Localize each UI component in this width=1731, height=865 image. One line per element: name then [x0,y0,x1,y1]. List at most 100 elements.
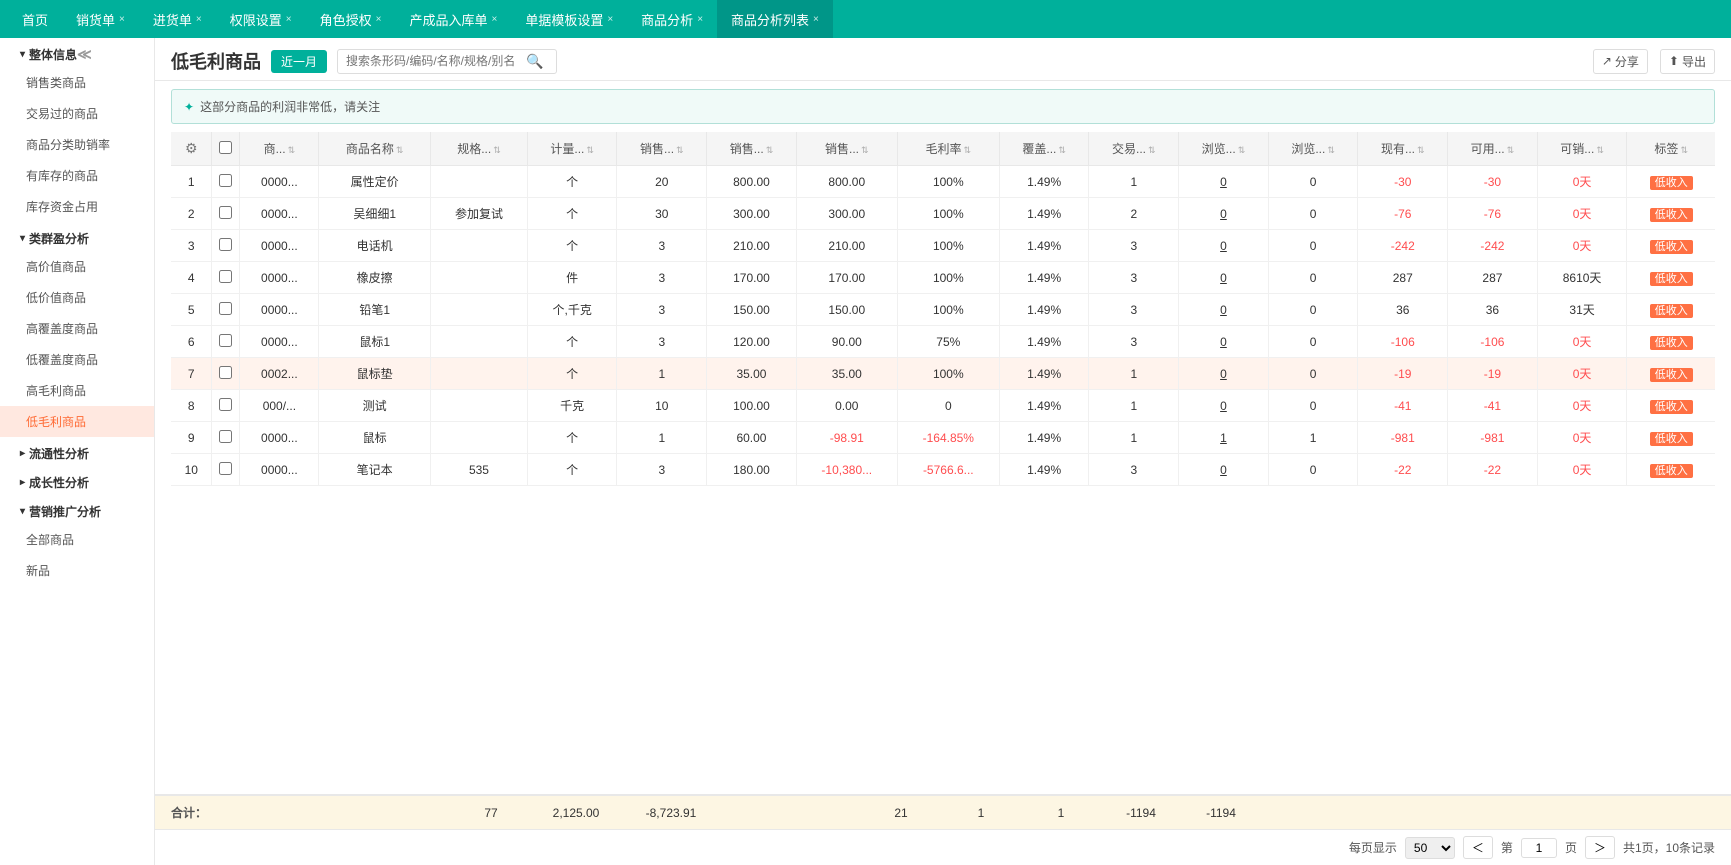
collapse-btn[interactable]: ≪ [77,46,92,63]
col-gear[interactable]: ⚙ [171,132,212,166]
sidebar-item-low-margin[interactable]: 低毛利商品 [0,406,154,437]
view1-link[interactable]: 0 [1220,271,1227,285]
nav-close-template[interactable]: × [607,14,613,25]
row-view1[interactable]: 0 [1179,454,1269,486]
row-view1[interactable]: 0 [1179,198,1269,230]
view1-link[interactable]: 1 [1220,431,1227,445]
nav-close-product-entry[interactable]: × [491,14,497,25]
row-checkbox[interactable] [219,174,232,187]
page-size-select[interactable]: 50 100 200 [1405,837,1455,859]
col-sales-qty[interactable]: 销售...⇅ [617,132,707,166]
row-view1[interactable]: 0 [1179,262,1269,294]
search-icon[interactable]: 🔍 [526,53,543,70]
nav-close-role-auth[interactable]: × [376,14,382,25]
row-checkbox[interactable] [219,366,232,379]
col-usable-stock[interactable]: 可用...⇅ [1448,132,1538,166]
prev-page-button[interactable]: ＜ [1463,836,1493,859]
nav-close-product-analysis-list[interactable]: × [813,14,819,25]
col-transaction[interactable]: 交易...⇅ [1089,132,1179,166]
nav-close-permission[interactable]: × [286,14,292,25]
view1-link[interactable]: 0 [1220,463,1227,477]
share-button[interactable]: ↗ 分享 [1593,49,1648,74]
row-view1[interactable]: 0 [1179,294,1269,326]
col-unit[interactable]: 计量...⇅ [527,132,617,166]
page-number-input[interactable] [1521,838,1557,858]
row-checkbox-cell[interactable] [212,358,240,390]
row-view1[interactable]: 0 [1179,390,1269,422]
nav-role-auth[interactable]: 角色授权 × [306,0,396,38]
sidebar-item-low-value[interactable]: 低价值商品 [0,282,154,313]
row-checkbox-cell[interactable] [212,262,240,294]
row-checkbox[interactable] [219,334,232,347]
nav-product-analysis[interactable]: 商品分析 × [627,0,717,38]
view1-link[interactable]: 0 [1220,239,1227,253]
row-checkbox[interactable] [219,302,232,315]
filter-period-button[interactable]: 近一月 [271,50,327,73]
col-tag[interactable]: 标签⇅ [1627,132,1715,166]
next-page-button[interactable]: ＞ [1585,836,1615,859]
col-checkbox[interactable] [212,132,240,166]
row-view1[interactable]: 0 [1179,166,1269,198]
row-view1[interactable]: 1 [1179,422,1269,454]
col-name[interactable]: 商品名称⇅ [319,132,431,166]
col-gross-margin[interactable]: 毛利率⇅ [897,132,999,166]
gear-icon[interactable]: ⚙ [185,140,198,156]
row-checkbox-cell[interactable] [212,422,240,454]
row-checkbox[interactable] [219,206,232,219]
row-checkbox[interactable] [219,270,232,283]
sidebar-item-stock-goods[interactable]: 有库存的商品 [0,160,154,191]
view1-link[interactable]: 0 [1220,175,1227,189]
row-checkbox-cell[interactable] [212,230,240,262]
select-all-checkbox[interactable] [219,141,232,154]
row-checkbox[interactable] [219,398,232,411]
view1-link[interactable]: 0 [1220,335,1227,349]
sidebar-item-high-value[interactable]: 高价值商品 [0,251,154,282]
row-view1[interactable]: 0 [1179,230,1269,262]
search-input[interactable] [346,54,526,68]
sidebar-item-low-coverage[interactable]: 低覆盖度商品 [0,344,154,375]
nav-close-sales-order[interactable]: × [119,14,125,25]
row-checkbox-cell[interactable] [212,326,240,358]
sidebar-group-segment-analysis[interactable]: ▾ 类群盈分析 [0,222,154,251]
row-view1[interactable]: 0 [1179,326,1269,358]
nav-close-purchase-order[interactable]: × [196,14,202,25]
sidebar-group-growth[interactable]: ▸ 成长性分析 [0,466,154,495]
row-checkbox-cell[interactable] [212,166,240,198]
row-checkbox-cell[interactable] [212,454,240,486]
sidebar-item-new-goods[interactable]: 新品 [0,555,154,586]
col-sales-amount[interactable]: 销售...⇅ [707,132,797,166]
sidebar-item-high-margin[interactable]: 高毛利商品 [0,375,154,406]
nav-close-product-analysis[interactable]: × [697,14,703,25]
row-checkbox[interactable] [219,462,232,475]
view1-link[interactable]: 0 [1220,303,1227,317]
row-checkbox[interactable] [219,430,232,443]
view1-link[interactable]: 0 [1220,207,1227,221]
sidebar-item-traded-goods[interactable]: 交易过的商品 [0,98,154,129]
col-view1[interactable]: 浏览...⇅ [1179,132,1269,166]
col-current-stock[interactable]: 现有...⇅ [1358,132,1448,166]
nav-template-settings[interactable]: 单据模板设置 × [511,0,627,38]
row-view1[interactable]: 0 [1179,358,1269,390]
export-button[interactable]: ⬆ 导出 [1660,49,1715,74]
sidebar-group-circulation[interactable]: ▸ 流通性分析 [0,437,154,466]
sidebar-item-all-goods[interactable]: 全部商品 [0,524,154,555]
col-sales-profit[interactable]: 销售...⇅ [796,132,897,166]
nav-purchase-order[interactable]: 进货单 × [139,0,216,38]
nav-product-analysis-list[interactable]: 商品分析列表 × [717,0,833,38]
col-coverage[interactable]: 覆盖...⇅ [999,132,1089,166]
view1-link[interactable]: 0 [1220,399,1227,413]
sidebar-item-category-sales-rate[interactable]: 商品分类助销率 [0,129,154,160]
sidebar-group-marketing[interactable]: ▾ 营销推广分析 [0,495,154,524]
sidebar-item-stock-capital[interactable]: 库存资金占用 [0,191,154,222]
row-checkbox-cell[interactable] [212,390,240,422]
col-view2[interactable]: 浏览...⇅ [1268,132,1358,166]
view1-link[interactable]: 0 [1220,367,1227,381]
nav-product-entry[interactable]: 产成品入库单 × [395,0,511,38]
sidebar-group-overall[interactable]: ▾ 整体信息 ≪ [0,38,154,67]
col-sellable-days[interactable]: 可销...⇅ [1537,132,1627,166]
col-spec[interactable]: 规格...⇅ [431,132,528,166]
row-checkbox-cell[interactable] [212,198,240,230]
row-checkbox[interactable] [219,238,232,251]
nav-home[interactable]: 首页 [8,0,62,38]
sidebar-item-high-coverage[interactable]: 高覆盖度商品 [0,313,154,344]
